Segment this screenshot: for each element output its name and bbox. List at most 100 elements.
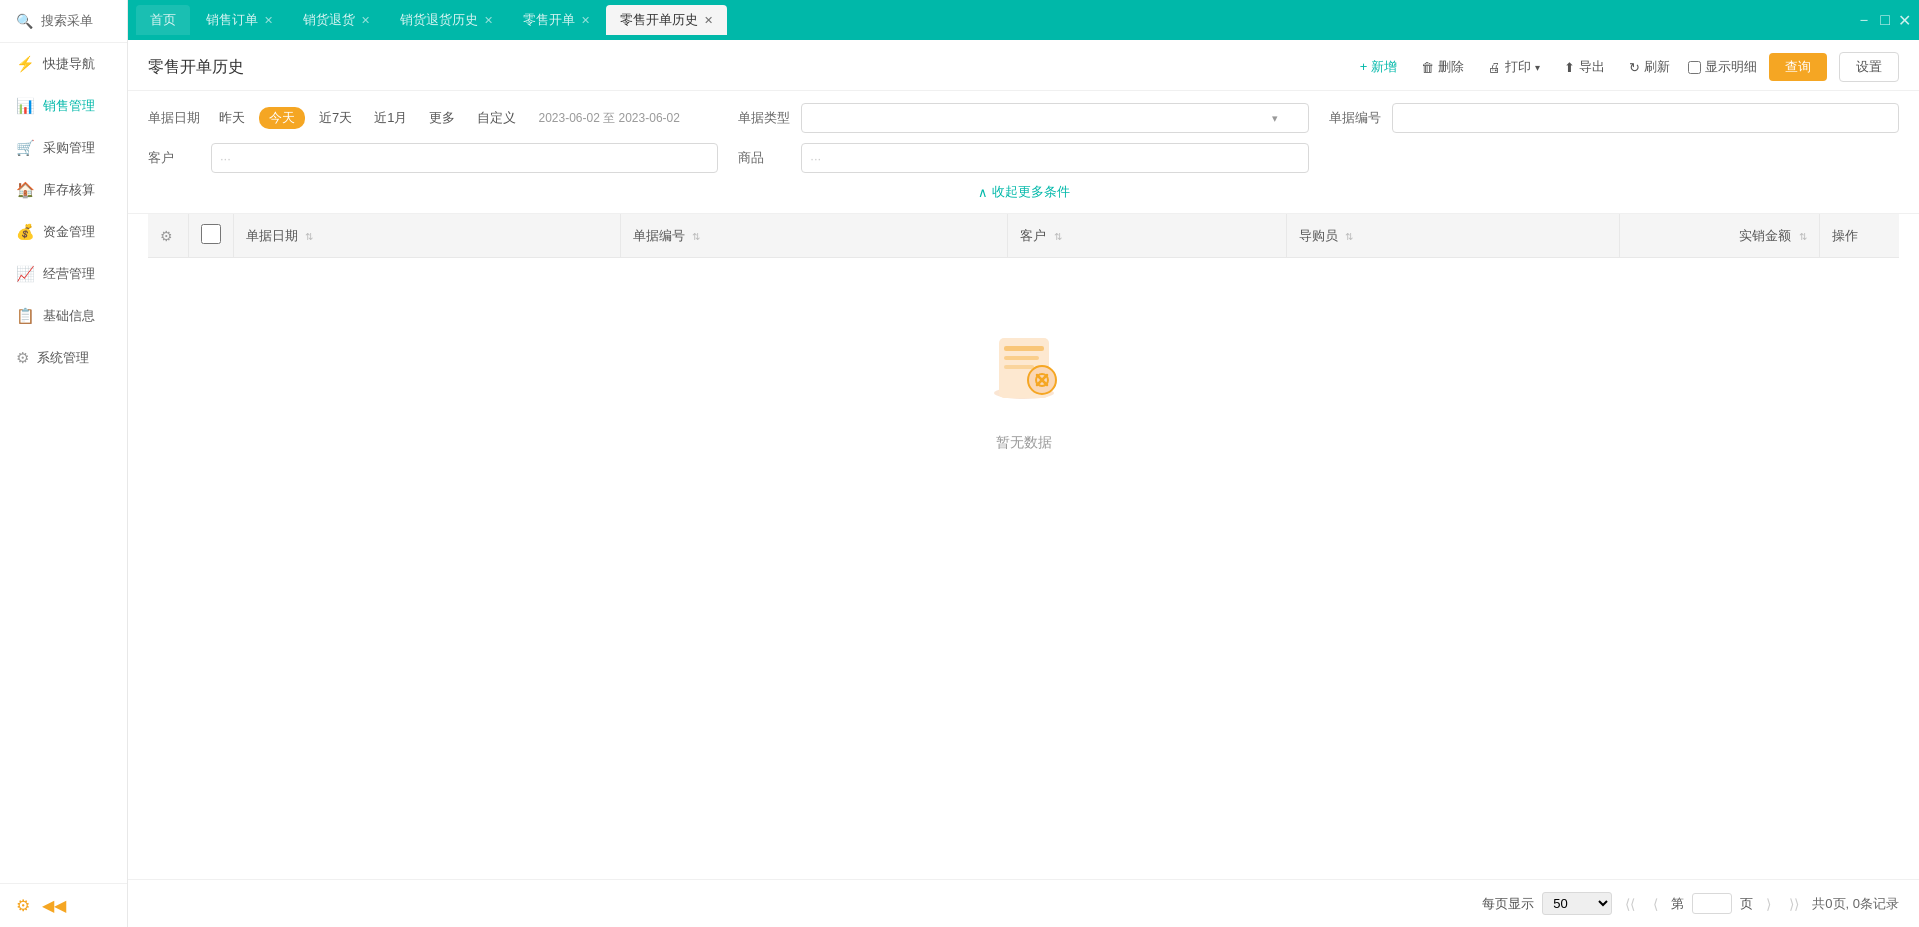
sort-guide-icon[interactable]: ⇅ xyxy=(1345,231,1353,242)
table-gear-icon[interactable]: ⚙ xyxy=(160,228,173,244)
tab-retail-history-label: 零售开单历史 xyxy=(620,11,698,29)
bill-type-label: 单据类型 xyxy=(738,109,793,127)
sidebar-item-operation[interactable]: 📈 经营管理 xyxy=(0,253,127,295)
page-title: 零售开单历史 xyxy=(148,57,244,78)
delete-button[interactable]: 🗑 删除 xyxy=(1415,54,1470,80)
show-detail-checkbox[interactable] xyxy=(1688,61,1701,74)
tab-retail-open-label: 零售开单 xyxy=(523,11,575,29)
purchase-icon: 🛒 xyxy=(16,139,35,157)
last-page-btn[interactable]: ⟩⟩ xyxy=(1784,894,1804,914)
collapse-filter-btn[interactable]: ∧ 收起更多条件 xyxy=(148,183,1899,201)
show-detail-toggle[interactable]: 显示明细 xyxy=(1688,58,1757,76)
sort-number-icon[interactable]: ⇅ xyxy=(692,231,700,242)
date-options: 昨天 今天 近7天 近1月 更多 自定义 xyxy=(211,107,524,129)
query-label: 查询 xyxy=(1785,58,1811,76)
sidebar-item-label: 采购管理 xyxy=(43,139,95,157)
page-suffix-label: 页 xyxy=(1740,895,1753,913)
current-page-input[interactable]: 1 xyxy=(1692,893,1732,914)
per-page-label: 每页显示 xyxy=(1482,895,1534,913)
th-number: 单据编号 ⇅ xyxy=(620,214,1007,258)
tab-retail-history[interactable]: 零售开单历史 ✕ xyxy=(606,5,727,35)
tab-bar-controls: － □ ✕ xyxy=(1856,10,1911,31)
add-label: + 新增 xyxy=(1360,58,1397,76)
customer-input[interactable]: ··· xyxy=(211,143,718,173)
window-close-btn[interactable]: ✕ xyxy=(1898,11,1911,30)
th-amount-label: 实销金额 xyxy=(1739,228,1791,243)
sidebar-item-finance[interactable]: 💰 资金管理 xyxy=(0,211,127,253)
tab-retail-history-close[interactable]: ✕ xyxy=(704,14,713,27)
sort-date-icon[interactable]: ⇅ xyxy=(305,231,313,242)
select-all-checkbox[interactable] xyxy=(201,224,221,244)
per-page-select[interactable]: 50 20 100 xyxy=(1542,892,1612,915)
sidebar-item-sys-mgmt[interactable]: ⚙ 系统管理 xyxy=(0,337,127,379)
query-button[interactable]: 查询 xyxy=(1769,53,1827,81)
tab-sales-return-history-close[interactable]: ✕ xyxy=(484,14,493,27)
sidebar-item-purchase-mgmt[interactable]: 🛒 采购管理 xyxy=(0,127,127,169)
window-maximize-btn[interactable]: □ xyxy=(1880,11,1890,29)
sort-customer-icon[interactable]: ⇅ xyxy=(1054,231,1062,242)
content-area: 零售开单历史 + 新增 🗑 删除 🖨 打印 ▾ ⬆ 导出 ↻ xyxy=(128,40,1919,927)
customer-filter-label: 客户 xyxy=(148,149,203,167)
tab-sales-return-close[interactable]: ✕ xyxy=(361,14,370,27)
finance-icon: 💰 xyxy=(16,223,35,241)
tab-sales-order[interactable]: 销售订单 ✕ xyxy=(192,5,287,35)
next-page-btn[interactable]: ⟩ xyxy=(1761,894,1776,914)
quick-nav-icon: ⚡ xyxy=(16,55,35,73)
delete-label: 删除 xyxy=(1438,58,1464,76)
bill-type-select[interactable]: ▾ xyxy=(801,103,1308,133)
setting-button[interactable]: 设置 xyxy=(1839,52,1899,82)
date-option-yesterday[interactable]: 昨天 xyxy=(211,107,253,129)
window-minimize-btn[interactable]: － xyxy=(1856,10,1872,31)
sidebar-item-quick-nav[interactable]: ⚡ 快捷导航 xyxy=(0,43,127,85)
bill-number-input[interactable] xyxy=(1392,103,1899,133)
add-button[interactable]: + 新增 xyxy=(1354,54,1403,80)
collapse-label: 收起更多条件 xyxy=(992,183,1070,201)
header-actions: + 新增 🗑 删除 🖨 打印 ▾ ⬆ 导出 ↻ 刷新 xyxy=(1354,52,1899,82)
data-table: ⚙ 单据日期 ⇅ 单据编号 ⇅ xyxy=(148,214,1899,258)
goods-input[interactable]: ··· xyxy=(801,143,1308,173)
sidebar-item-label: 资金管理 xyxy=(43,223,95,241)
sidebar-item-label: 库存核算 xyxy=(43,181,95,199)
tab-sales-return[interactable]: 销货退货 ✕ xyxy=(289,5,384,35)
sidebar-search[interactable]: 🔍 搜索采单 xyxy=(0,0,127,43)
date-filter-label: 单据日期 xyxy=(148,109,203,127)
date-option-1month[interactable]: 近1月 xyxy=(366,107,415,129)
tab-retail-open-close[interactable]: ✕ xyxy=(581,14,590,27)
tab-sales-order-close[interactable]: ✕ xyxy=(264,14,273,27)
sidebar-item-label: 系统管理 xyxy=(37,349,89,367)
date-range-display: 2023-06-02 至 2023-06-02 xyxy=(538,110,679,127)
operation-icon: 📈 xyxy=(16,265,35,283)
sidebar-item-basic-info[interactable]: 📋 基础信息 xyxy=(0,295,127,337)
sidebar-item-label: 基础信息 xyxy=(43,307,95,325)
collapse-sidebar-icon[interactable]: ◀◀ xyxy=(42,896,66,915)
date-option-7days[interactable]: 近7天 xyxy=(311,107,360,129)
filter-bill-type-item: 单据类型 ▾ xyxy=(738,103,1308,133)
tab-sales-return-history[interactable]: 销货退货历史 ✕ xyxy=(386,5,507,35)
date-option-custom[interactable]: 自定义 xyxy=(469,107,524,129)
first-page-btn[interactable]: ⟨⟨ xyxy=(1620,894,1640,914)
settings-gear-icon[interactable]: ⚙ xyxy=(16,896,30,915)
refresh-button[interactable]: ↻ 刷新 xyxy=(1623,54,1676,80)
tab-home[interactable]: 首页 xyxy=(136,5,190,35)
sidebar-item-label: 经营管理 xyxy=(43,265,95,283)
th-number-label: 单据编号 xyxy=(633,228,685,243)
sidebar-item-inventory[interactable]: 🏠 库存核算 xyxy=(0,169,127,211)
print-label: 打印 xyxy=(1505,58,1531,76)
sort-amount-icon[interactable]: ⇅ xyxy=(1799,231,1807,242)
date-option-today[interactable]: 今天 xyxy=(259,107,305,129)
pagination: 每页显示 50 20 100 ⟨⟨ ⟨ 第 1 页 ⟩ ⟩⟩ 共0页, 0条记录 xyxy=(128,879,1919,927)
empty-state: 暂无数据 xyxy=(148,258,1899,512)
export-button[interactable]: ⬆ 导出 xyxy=(1558,54,1611,80)
filter-row-1: 单据日期 昨天 今天 近7天 近1月 更多 自定义 2023-06-02 至 2… xyxy=(148,103,1899,133)
empty-text: 暂无数据 xyxy=(996,434,1052,452)
th-actions-label: 操作 xyxy=(1832,228,1858,243)
prev-page-btn[interactable]: ⟨ xyxy=(1648,894,1663,914)
tab-retail-open[interactable]: 零售开单 ✕ xyxy=(509,5,604,35)
sidebar-item-sales-mgmt[interactable]: 📊 销售管理 xyxy=(0,85,127,127)
print-button[interactable]: 🖨 打印 ▾ xyxy=(1482,54,1546,80)
date-option-more[interactable]: 更多 xyxy=(421,107,463,129)
refresh-icon: ↻ xyxy=(1629,60,1640,75)
table-container: ⚙ 单据日期 ⇅ 单据编号 ⇅ xyxy=(128,214,1919,879)
setting-label: 设置 xyxy=(1856,58,1882,76)
goods-dots: ··· xyxy=(810,151,821,166)
